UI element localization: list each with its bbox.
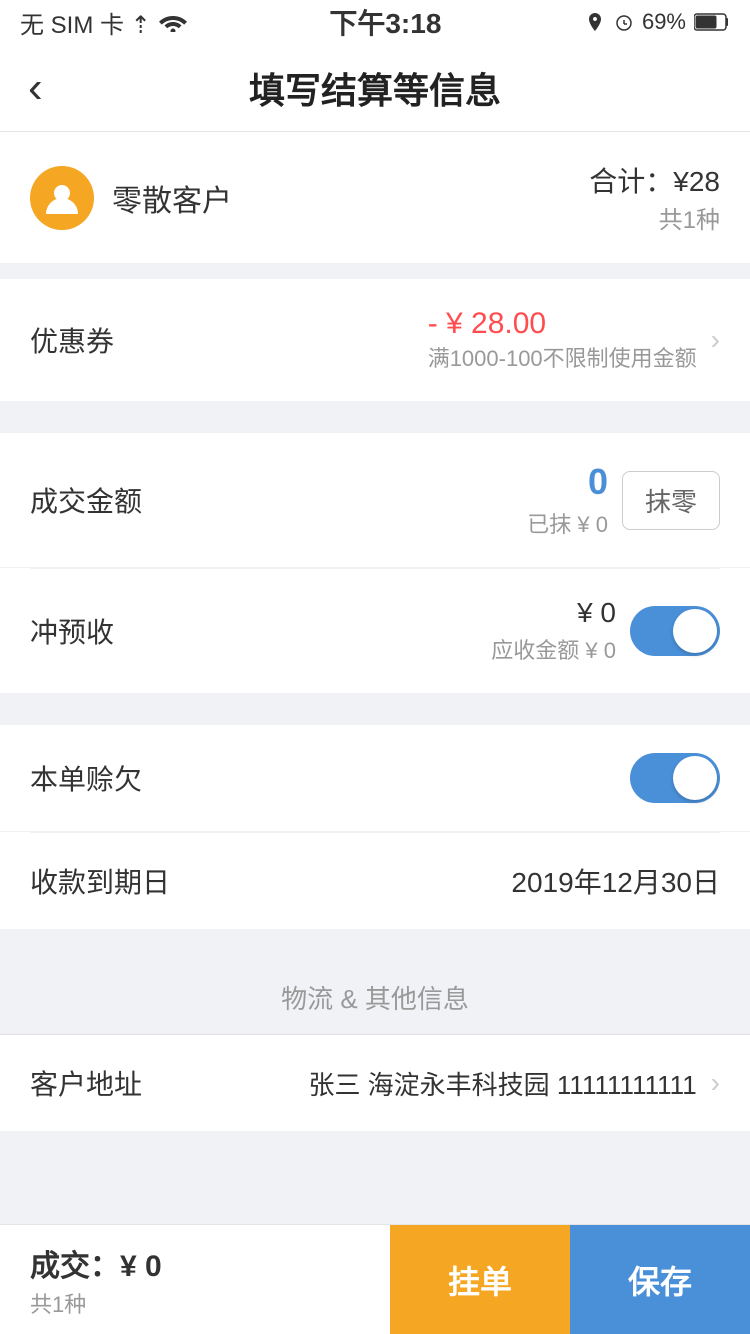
bottom-deal-label: 成交： bbox=[30, 1250, 120, 1283]
customer-section: 零散客户 合计：¥28 共1种 bbox=[0, 132, 750, 263]
status-bar: 无 SIM 卡 ⇡ 下午3:18 69% bbox=[0, 0, 750, 44]
save-button[interactable]: 保存 bbox=[570, 1225, 750, 1334]
divider-2 bbox=[0, 709, 750, 725]
address-row[interactable]: 客户地址 张三 海淀永丰科技园 11111111111 › bbox=[0, 1035, 750, 1131]
due-date-label: 收款到期日 bbox=[30, 861, 170, 901]
due-date-row: 收款到期日 2019年12月30日 bbox=[0, 833, 750, 929]
amount-value: 0 bbox=[527, 461, 608, 503]
customer-count: 共1种 bbox=[589, 200, 720, 235]
coupon-section: 优惠券 - ¥ 28.00 满1000-100不限制使用金额 › bbox=[0, 279, 750, 401]
debt-right bbox=[630, 753, 720, 803]
precharge-value: ¥ 0 bbox=[577, 597, 616, 629]
amount-row: 成交金额 0 已抹 ¥ 0 抹零 bbox=[0, 433, 750, 568]
coupon-right: - ¥ 28.00 满1000-100不限制使用金额 › bbox=[428, 307, 720, 373]
coupon-chevron: › bbox=[711, 324, 720, 356]
amount-value-wrap: 0 已抹 ¥ 0 bbox=[527, 461, 608, 539]
coupon-row[interactable]: 优惠券 - ¥ 28.00 满1000-100不限制使用金额 › bbox=[0, 279, 750, 401]
divider-3 bbox=[0, 945, 750, 961]
amount-section: 成交金额 0 已抹 ¥ 0 抹零 冲预收 ¥ 0 应收金额 ¥ 0 bbox=[0, 433, 750, 693]
status-time: 下午3:18 bbox=[329, 2, 441, 42]
coupon-label: 优惠券 bbox=[30, 320, 114, 360]
avatar-icon bbox=[42, 178, 82, 218]
divider-1 bbox=[0, 417, 750, 433]
battery-icon bbox=[694, 13, 730, 31]
amount-right: 0 已抹 ¥ 0 抹零 bbox=[527, 461, 720, 539]
debt-section: 本单赊欠 收款到期日 2019年12月30日 bbox=[0, 725, 750, 929]
battery-text: 69% bbox=[642, 9, 686, 35]
precharge-right: ¥ 0 应收金额 ¥ 0 bbox=[491, 597, 720, 665]
amount-sub: 已抹 ¥ 0 bbox=[527, 507, 608, 539]
status-right: 69% bbox=[584, 9, 730, 35]
debt-row: 本单赊欠 bbox=[0, 725, 750, 832]
address-label: 客户地址 bbox=[30, 1063, 142, 1103]
address-chevron: › bbox=[711, 1067, 720, 1099]
bottom-bar: 成交：¥ 0 共1种 挂单 保存 bbox=[0, 1224, 750, 1334]
coupon-value: - ¥ 28.00 bbox=[428, 307, 697, 341]
debt-label: 本单赊欠 bbox=[30, 758, 142, 798]
bottom-deal-value: ¥ 0 bbox=[120, 1250, 162, 1283]
precharge-sub: 应收金额 ¥ 0 bbox=[491, 633, 616, 665]
customer-summary: 合计：¥28 共1种 bbox=[589, 160, 720, 235]
sim-status: 无 SIM 卡 ⇡ bbox=[20, 5, 151, 40]
logistics-header: 物流 & 其他信息 bbox=[0, 961, 750, 1034]
round-button[interactable]: 抹零 bbox=[622, 471, 720, 530]
coupon-sub: 满1000-100不限制使用金额 bbox=[428, 341, 697, 373]
bottom-count: 共1种 bbox=[30, 1287, 360, 1319]
alarm-icon bbox=[614, 12, 634, 32]
main-content: 零散客户 合计：¥28 共1种 优惠券 - ¥ 28.00 满1000-100不… bbox=[0, 132, 750, 1267]
wifi-icon bbox=[159, 12, 187, 32]
nav-bar: ‹ 填写结算等信息 bbox=[0, 44, 750, 132]
customer-info: 零散客户 bbox=[30, 166, 232, 230]
location-icon bbox=[584, 11, 606, 33]
address-value: 张三 海淀永丰科技园 11111111111 bbox=[308, 1065, 696, 1102]
precharge-row: 冲预收 ¥ 0 应收金额 ¥ 0 bbox=[0, 569, 750, 693]
customer-name: 零散客户 bbox=[112, 176, 232, 220]
bottom-info: 成交：¥ 0 共1种 bbox=[0, 1241, 390, 1319]
due-date-value: 2019年12月30日 bbox=[511, 861, 720, 901]
precharge-label: 冲预收 bbox=[30, 611, 114, 651]
precharge-toggle[interactable] bbox=[630, 606, 720, 656]
address-right: 张三 海淀永丰科技园 11111111111 › bbox=[308, 1065, 720, 1102]
customer-row: 零散客户 合计：¥28 共1种 bbox=[0, 132, 750, 263]
coupon-value-wrap: - ¥ 28.00 满1000-100不限制使用金额 bbox=[428, 307, 697, 373]
customer-avatar bbox=[30, 166, 94, 230]
precharge-values: ¥ 0 应收金额 ¥ 0 bbox=[491, 597, 616, 665]
customer-total: 合计：¥28 bbox=[589, 160, 720, 200]
amount-label: 成交金额 bbox=[30, 480, 142, 520]
nav-title: 填写结算等信息 bbox=[249, 62, 501, 114]
hang-button[interactable]: 挂单 bbox=[390, 1225, 570, 1334]
logistics-label: 物流 & 其他信息 bbox=[281, 984, 469, 1014]
address-section: 客户地址 张三 海淀永丰科技园 11111111111 › bbox=[0, 1035, 750, 1131]
status-left: 无 SIM 卡 ⇡ bbox=[20, 5, 187, 40]
back-button[interactable]: ‹ bbox=[28, 63, 43, 113]
debt-toggle[interactable] bbox=[630, 753, 720, 803]
bottom-deal: 成交：¥ 0 bbox=[30, 1241, 360, 1285]
